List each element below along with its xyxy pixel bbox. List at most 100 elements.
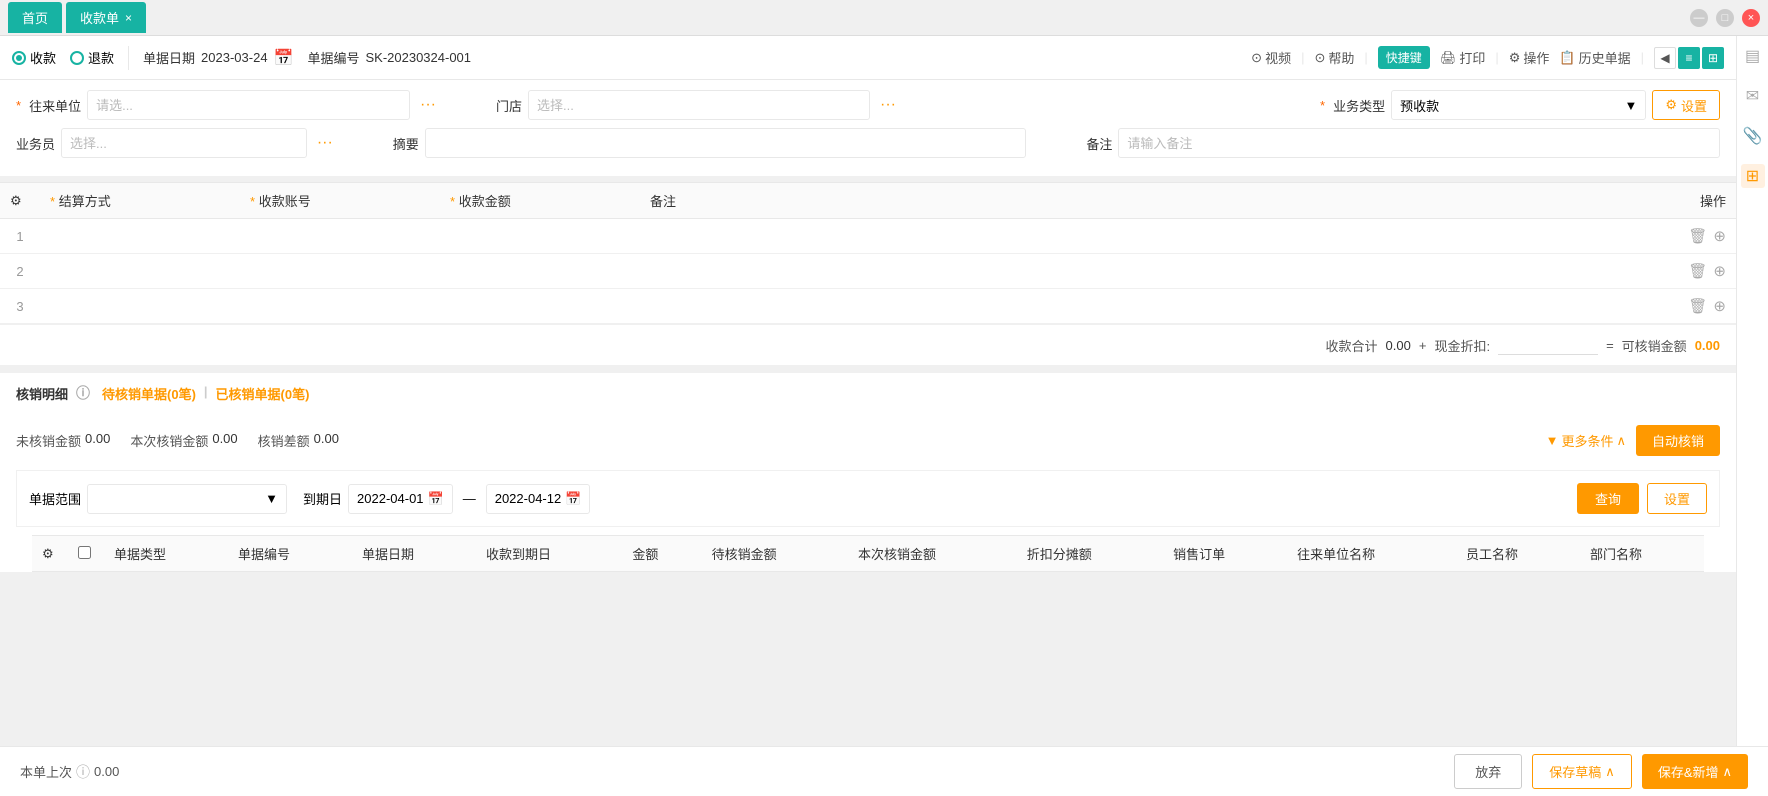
form-area: * 往来单位 ··· 门店 ··· * 业务类型 预收款 ▼ ⚙ [0, 80, 1736, 182]
sidebar-clip-icon[interactable]: 📎 [1741, 124, 1765, 148]
close-btn[interactable]: × [1742, 9, 1760, 27]
sidebar-frame-icon[interactable]: ⊞ [1741, 164, 1765, 188]
salesperson-more-btn[interactable]: ··· [317, 134, 333, 152]
reconcile-table-section: ⚙ 单据类型 单据编号 单据日期 收款到期日 金额 待核销金额 本次核销金额 折… [16, 535, 1720, 572]
auto-reconcile-btn[interactable]: 自动核销 [1636, 425, 1720, 456]
row2-remark-input[interactable] [650, 264, 1646, 279]
abandon-btn[interactable]: 放弃 [1454, 754, 1522, 789]
due-date-start[interactable]: 2022-04-01 📅 [348, 484, 453, 514]
filter-actions: ▼ 更多条件 ∧ 自动核销 [1546, 419, 1720, 462]
counterparty-input[interactable] [87, 90, 410, 120]
rcol-department: 部门名称 [1580, 536, 1704, 572]
date-label: 单据日期 [143, 48, 195, 67]
range-field: 单据范围 ▼ [29, 484, 287, 514]
sidebar-table-icon[interactable]: ▤ [1741, 44, 1765, 68]
save-draft-btn[interactable]: 保存草稿 ∧ [1532, 754, 1632, 789]
row1-copy-icon[interactable]: ⊕ [1713, 227, 1726, 245]
section-divider [0, 365, 1736, 373]
setting-btn[interactable]: ⚙ 设置 [1652, 90, 1720, 120]
row1-amount-input[interactable] [450, 229, 630, 244]
counterparty-more-btn[interactable]: ··· [420, 96, 436, 114]
setting-gear-icon: ⚙ [1665, 97, 1677, 113]
bottom-info-icon[interactable]: ⓘ [76, 762, 90, 782]
store-input[interactable] [528, 90, 870, 120]
rcol-number: 单据编号 [228, 536, 352, 572]
bottom-actions: 放弃 保存草稿 ∧ 保存&新增 ∧ [1454, 754, 1748, 789]
video-label: 视频 [1265, 48, 1291, 67]
row3-copy-icon[interactable]: ⊕ [1713, 297, 1726, 315]
select-all-checkbox[interactable] [78, 546, 91, 559]
remark-label: 备注 [1086, 134, 1112, 153]
radio-receipt[interactable]: 收款 [12, 48, 56, 67]
business-type-select[interactable]: 预收款 ▼ [1391, 90, 1646, 120]
more-conditions-btn[interactable]: ▼ 更多条件 ∧ [1546, 431, 1626, 450]
tab-active-label: 收款单 [80, 8, 119, 27]
operation-btn[interactable]: ⚙ 操作 [1509, 48, 1550, 67]
page-list-btn[interactable]: ≡ [1678, 47, 1700, 69]
row3-amount-input[interactable] [450, 299, 630, 314]
calendar-icon[interactable]: 📅 [274, 48, 294, 68]
receipt-table-section: ⚙ * 结算方式 * 收款账号 * 收款金额 备注 操作 [0, 182, 1736, 324]
sidebar-mail-icon[interactable]: ✉ [1741, 84, 1765, 108]
rcol-type: 单据类型 [104, 536, 228, 572]
salesperson-input[interactable] [61, 128, 307, 158]
row2-amount-input[interactable] [450, 264, 630, 279]
video-btn[interactable]: ⊙ 视频 [1251, 48, 1291, 67]
save-draft-label: 保存草稿 [1549, 762, 1601, 781]
summary-input[interactable] [425, 128, 1027, 158]
row1-remark-input[interactable] [650, 229, 1646, 244]
row1-delete-icon[interactable]: 🗑 [1688, 227, 1707, 245]
col-account: * 收款账号 [240, 183, 440, 219]
row2-payment-input[interactable] [50, 264, 230, 279]
row2-copy-icon[interactable]: ⊕ [1713, 262, 1726, 280]
print-btn[interactable]: 🖨 打印 [1440, 48, 1486, 67]
row2-account-input[interactable] [250, 264, 430, 279]
row3-delete-icon[interactable]: 🗑 [1688, 297, 1707, 315]
operation-icon: ⚙ [1509, 50, 1521, 66]
reconcile-title-row: 核销明细 ⓘ 待核销单据(0笔) | 已核销单据(0笔) [16, 383, 1720, 403]
history-btn[interactable]: 📋 历史单据 [1559, 48, 1630, 67]
row2-delete-icon[interactable]: 🗑 [1688, 262, 1707, 280]
store-more-btn[interactable]: ··· [880, 96, 896, 114]
row1-account-input[interactable] [250, 229, 430, 244]
tab-close-btn[interactable]: × [125, 11, 132, 25]
row1-payment-input[interactable] [50, 229, 230, 244]
query-btn[interactable]: 查询 [1577, 483, 1639, 514]
tab-home[interactable]: 首页 [8, 2, 62, 33]
pending-tab[interactable]: 待核销单据(0笔) [98, 384, 200, 403]
table-row: 1 🗑 ⊕ [0, 219, 1736, 254]
row3-account-input[interactable] [250, 299, 430, 314]
page-grid-btn[interactable]: ⊞ [1702, 47, 1724, 69]
uncancelled-value: 0.00 [85, 431, 110, 450]
done-tab[interactable]: 已核销单据(0笔) [212, 384, 314, 403]
row1-actions: 🗑 ⊕ [1666, 227, 1726, 245]
minimize-btn[interactable]: — [1690, 9, 1708, 27]
help-icon: ⊙ [1314, 50, 1325, 66]
col-settings[interactable]: ⚙ [0, 183, 40, 219]
page-prev-btn[interactable]: ◀ [1654, 47, 1676, 69]
table-row: 2 🗑 ⊕ [0, 254, 1736, 289]
save-new-btn[interactable]: 保存&新增 ∧ [1642, 754, 1748, 789]
due-date-end[interactable]: 2022-04-12 📅 [486, 484, 591, 514]
rcol-settings[interactable]: ⚙ [32, 536, 68, 572]
row3-payment-input[interactable] [50, 299, 230, 314]
col-amount: * 收款金额 [440, 183, 640, 219]
save-draft-arrow: ∧ [1605, 764, 1615, 780]
rcol-checkbox[interactable] [68, 536, 104, 572]
form-row-1: * 往来单位 ··· 门店 ··· * 业务类型 预收款 ▼ ⚙ [16, 90, 1720, 120]
plus-sign: + [1419, 338, 1427, 353]
radio-refund[interactable]: 退款 [70, 48, 114, 67]
range-select[interactable]: ▼ [87, 484, 287, 514]
row3-remark-input[interactable] [650, 299, 1646, 314]
business-type-arrow: ▼ [1624, 98, 1637, 113]
shortcut-btn[interactable]: 快捷键 [1378, 46, 1430, 69]
help-btn[interactable]: ⊙ 帮助 [1314, 48, 1354, 67]
salesperson-field: 业务员 ··· [16, 128, 333, 158]
range-label: 单据范围 [29, 489, 81, 508]
reconcile-settings-btn[interactable]: 设置 [1647, 483, 1707, 514]
maximize-btn[interactable]: □ [1716, 9, 1734, 27]
reconcile-info-icon[interactable]: ⓘ [76, 383, 90, 403]
discount-input[interactable] [1498, 335, 1598, 355]
tab-active[interactable]: 收款单 × [66, 2, 146, 33]
remark-input[interactable] [1118, 128, 1720, 158]
